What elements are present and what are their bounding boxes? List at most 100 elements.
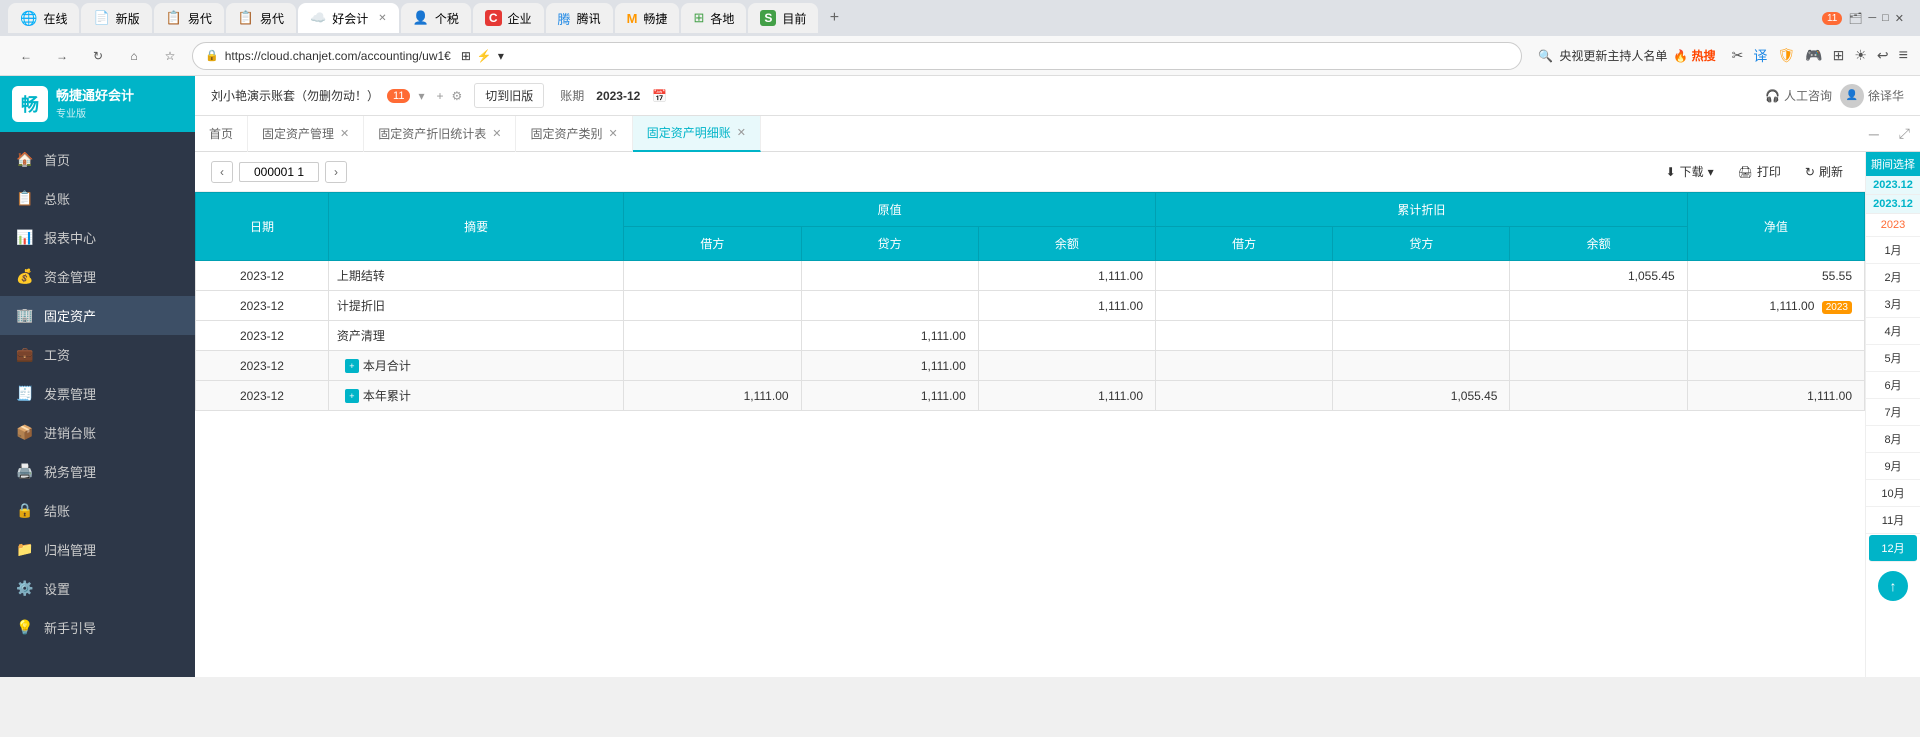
- browser-tab-yidai2[interactable]: 📋 易代: [226, 3, 296, 33]
- game-icon[interactable]: 🎮: [1805, 47, 1822, 64]
- refresh-button[interactable]: ↻: [84, 42, 112, 70]
- refresh-button-toolbar[interactable]: ↻ 刷新: [1799, 160, 1849, 183]
- restore-window-icon[interactable]: 🗂: [1848, 12, 1862, 25]
- period-selected-end[interactable]: 2023.12: [1866, 195, 1920, 214]
- menu-icon[interactable]: ≡: [1899, 47, 1908, 65]
- table-row: 2023-12 计提折旧 1,111.00 1,111.00: [196, 291, 1865, 321]
- browser-tab-new[interactable]: 📄 新版: [81, 3, 151, 33]
- period-month-2[interactable]: 2月: [1866, 264, 1920, 291]
- nav-tools: ✂ 译 🛡 🎮 ⊞ ☀ ↩ ≡: [1732, 46, 1908, 66]
- logo-text: 畅捷通好会计: [56, 88, 134, 105]
- period-month-9[interactable]: 9月: [1866, 453, 1920, 480]
- row0-orig-credit: [801, 261, 978, 291]
- tab-asset-ledger[interactable]: 固定资产明细账 ✕: [633, 116, 761, 152]
- sub-header-original-debit: 借方: [624, 227, 801, 261]
- browser-tab-muqian[interactable]: S 目前: [748, 3, 818, 33]
- row3-orig-credit: 1,111.00: [801, 351, 978, 381]
- browser-tab-tengxun[interactable]: 腾 腾讯: [546, 3, 613, 33]
- payroll-menu-icon: 💼: [16, 346, 34, 364]
- period-month-4[interactable]: 4月: [1866, 318, 1920, 345]
- browser-tab-yidai1[interactable]: 📋 易代: [154, 3, 224, 33]
- print-icon: 🖨: [1738, 165, 1753, 179]
- period-month-11[interactable]: 11月: [1866, 507, 1920, 534]
- translate-icon[interactable]: 译: [1753, 46, 1767, 66]
- home-button[interactable]: ⌂: [120, 42, 148, 70]
- sidebar-item-ledger[interactable]: 📋 总账: [0, 179, 195, 218]
- sidebar-item-invoice[interactable]: 🧾 发票管理: [0, 374, 195, 413]
- sidebar-item-tax[interactable]: 🖨️ 税务管理: [0, 452, 195, 491]
- sidebar-item-settings[interactable]: ⚙️ 设置: [0, 569, 195, 608]
- tab-depreciation-stats[interactable]: 固定资产折旧统计表 ✕: [364, 116, 516, 152]
- add-account-icon[interactable]: +: [436, 89, 443, 103]
- top-bar: 刘小艳演示账套（勿删勿动！） 11 ▾ + ⚙ 切到旧版 账期 2023-12 …: [195, 76, 1920, 116]
- browser-tab-geshui[interactable]: 👤 个税: [401, 3, 471, 33]
- search-area[interactable]: 🔍 央视更新主持人名单 🔥 热搜: [1530, 47, 1723, 64]
- browser-tab-haokuaiji[interactable]: ☁️ 好会计 ✕: [298, 3, 399, 33]
- prev-page-button[interactable]: ‹: [211, 161, 233, 183]
- period-selected-start[interactable]: 2023.12: [1866, 176, 1920, 195]
- sidebar-item-home[interactable]: 🏠 首页: [0, 140, 195, 179]
- address-bar[interactable]: 🔒 https://cloud.chanjet.com/accounting/u…: [192, 42, 1522, 70]
- print-button[interactable]: 🖨 打印: [1732, 160, 1787, 183]
- bookmark-button[interactable]: ☆: [156, 42, 184, 70]
- download-button[interactable]: ⬇ 下载 ▾: [1660, 160, 1720, 183]
- tab-asset-category[interactable]: 固定资产类别 ✕: [516, 116, 632, 152]
- close-window-icon[interactable]: ✕: [1895, 12, 1904, 25]
- switch-version-button[interactable]: 切到旧版: [474, 83, 544, 108]
- sidebar-item-reports[interactable]: 📊 报表中心: [0, 218, 195, 257]
- maximize-icon[interactable]: □: [1882, 12, 1889, 24]
- period-month-5[interactable]: 5月: [1866, 345, 1920, 372]
- scissors-icon[interactable]: ✂: [1732, 47, 1744, 64]
- tab-depreciation-stats-close[interactable]: ✕: [492, 127, 501, 140]
- download-dropdown-icon[interactable]: ▾: [1708, 165, 1714, 179]
- grid-icon[interactable]: ⊞: [1833, 47, 1845, 64]
- period-year-2023[interactable]: 2023: [1866, 214, 1920, 237]
- row1-accum-balance: [1510, 291, 1687, 321]
- service-button[interactable]: 🎧 人工咨询: [1765, 87, 1832, 104]
- sidebar-item-purchase-sales[interactable]: 📦 进销台账: [0, 413, 195, 452]
- brightness-icon[interactable]: ☀: [1854, 47, 1867, 64]
- dropdown-arrow[interactable]: ▾: [418, 89, 424, 103]
- period-month-3[interactable]: 3月: [1866, 291, 1920, 318]
- sidebar-item-closing[interactable]: 🔒 结账: [0, 491, 195, 530]
- tab-close-haokuaiji[interactable]: ✕: [378, 13, 386, 24]
- period-value: 2023-12: [596, 89, 640, 103]
- period-month-1[interactable]: 1月: [1866, 237, 1920, 264]
- period-month-7[interactable]: 7月: [1866, 399, 1920, 426]
- tab-asset-category-close[interactable]: ✕: [609, 127, 618, 140]
- period-month-12[interactable]: 12月: [1869, 535, 1917, 562]
- period-month-10[interactable]: 10月: [1866, 480, 1920, 507]
- dropdown-icon[interactable]: ▾: [498, 49, 504, 63]
- period-month-8[interactable]: 8月: [1866, 426, 1920, 453]
- back-button[interactable]: ←: [12, 42, 40, 70]
- shield-icon[interactable]: 🛡: [1777, 47, 1795, 64]
- sidebar-item-archive[interactable]: 📁 归档管理: [0, 530, 195, 569]
- next-page-button[interactable]: ›: [325, 161, 347, 183]
- tab-expand-button[interactable]: ⤢: [1889, 125, 1920, 142]
- settings-account-icon[interactable]: ⚙: [451, 89, 462, 103]
- history-icon[interactable]: ↩: [1877, 47, 1889, 64]
- tab-asset-ledger-close[interactable]: ✕: [737, 126, 746, 139]
- browser-tab-changjie[interactable]: M 畅捷: [615, 3, 680, 33]
- forward-button[interactable]: →: [48, 42, 76, 70]
- tab-minimize-button[interactable]: ─: [1859, 126, 1889, 142]
- calendar-icon[interactable]: 📅: [652, 89, 667, 103]
- browser-tab-gedi[interactable]: ⊞ 各地: [681, 3, 746, 33]
- browser-tab-online[interactable]: 🌐 在线: [8, 3, 79, 33]
- new-tab-button[interactable]: +: [820, 4, 848, 32]
- browser-nav: ← → ↻ ⌂ ☆ 🔒 https://cloud.chanjet.com/ac…: [0, 36, 1920, 76]
- sidebar-item-funds[interactable]: 💰 资金管理: [0, 257, 195, 296]
- period-month-6[interactable]: 6月: [1866, 372, 1920, 399]
- main-content: 刘小艳演示账套（勿删勿动！） 11 ▾ + ⚙ 切到旧版 账期 2023-12 …: [195, 76, 1920, 677]
- sidebar-item-guide[interactable]: 💡 新手引导: [0, 608, 195, 647]
- browser-tab-qiye[interactable]: C 企业: [473, 3, 544, 33]
- lightning-icon[interactable]: ⚡: [477, 49, 492, 63]
- minimize-icon[interactable]: ─: [1868, 12, 1876, 24]
- tab-fixed-assets-mgmt[interactable]: 固定资产管理 ✕: [248, 116, 364, 152]
- sidebar-item-payroll[interactable]: 💼 工资: [0, 335, 195, 374]
- tab-home[interactable]: 首页: [195, 116, 248, 152]
- site-info-icon[interactable]: ⊞: [461, 49, 471, 63]
- sidebar-item-fixed-assets[interactable]: 🏢 固定资产: [0, 296, 195, 335]
- tab-fixed-assets-mgmt-close[interactable]: ✕: [340, 127, 349, 140]
- scroll-up-btn[interactable]: ↑: [1878, 571, 1908, 601]
